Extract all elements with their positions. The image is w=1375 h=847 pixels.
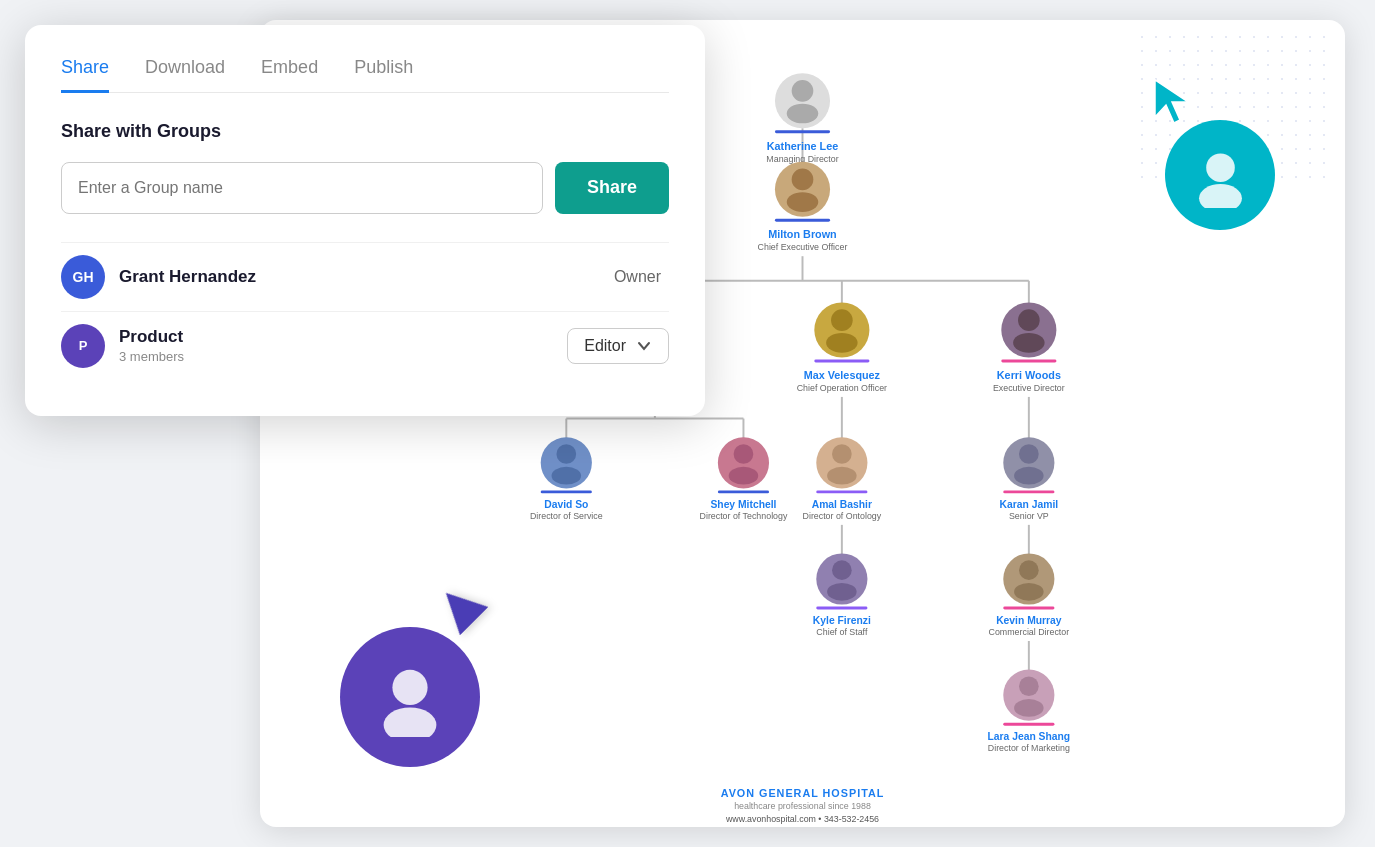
share-input-row: Share	[61, 162, 669, 214]
share-button[interactable]: Share	[555, 162, 669, 214]
svg-text:Shey Mitchell: Shey Mitchell	[710, 499, 776, 510]
svg-text:Director of Marketing: Director of Marketing	[988, 743, 1070, 753]
svg-point-67	[1014, 467, 1044, 485]
svg-point-49	[552, 467, 582, 485]
member-info-product: Product 3 members	[119, 327, 567, 364]
svg-text:Kyle Firenzi: Kyle Firenzi	[813, 615, 871, 626]
svg-text:Senior VP: Senior VP	[1009, 511, 1049, 521]
svg-text:Director of Ontology: Director of Ontology	[803, 511, 882, 521]
svg-point-54	[734, 444, 754, 464]
svg-point-31	[826, 333, 857, 353]
svg-point-37	[1013, 333, 1044, 353]
svg-point-87	[1019, 676, 1039, 696]
svg-text:Chief of Staff: Chief of Staff	[816, 627, 868, 637]
svg-rect-15	[775, 219, 830, 222]
svg-rect-56	[718, 490, 769, 493]
member-avatar-grant: GH	[61, 255, 105, 299]
svg-point-55	[729, 467, 759, 485]
svg-point-81	[1014, 583, 1044, 601]
cursor-icon	[1150, 75, 1190, 129]
svg-rect-76	[816, 607, 867, 610]
tab-download[interactable]: Download	[145, 57, 225, 93]
svg-text:Amal Bashir: Amal Bashir	[812, 499, 872, 510]
svg-rect-38	[1001, 360, 1056, 363]
svg-text:AVON GENERAL HOSPITAL: AVON GENERAL HOSPITAL	[721, 787, 885, 799]
svg-point-7	[787, 104, 818, 124]
svg-point-61	[827, 467, 857, 485]
svg-text:Executive Director: Executive Director	[993, 383, 1065, 393]
svg-point-95	[392, 670, 427, 705]
member-row-grant: GH Grant Hernandez Owner	[61, 242, 669, 311]
svg-point-60	[832, 444, 852, 464]
member-avatar-product: P	[61, 324, 105, 368]
tab-embed[interactable]: Embed	[261, 57, 318, 93]
member-info-grant: Grant Hernandez	[119, 267, 614, 287]
svg-point-96	[384, 707, 437, 737]
member-row-product: P Product 3 members Editor	[61, 311, 669, 380]
modal-tabs: Share Download Embed Publish	[61, 57, 669, 93]
share-modal: Share Download Embed Publish Share with …	[25, 25, 705, 416]
svg-text:Director of Technology: Director of Technology	[700, 511, 788, 521]
svg-point-36	[1018, 309, 1040, 331]
svg-point-80	[1019, 560, 1039, 580]
svg-text:Karan Jamil: Karan Jamil	[1000, 499, 1059, 510]
tab-share[interactable]: Share	[61, 57, 109, 93]
member-role-dropdown[interactable]: Editor	[567, 328, 669, 364]
section-title: Share with Groups	[61, 121, 669, 142]
svg-point-6	[792, 80, 814, 102]
svg-text:David So: David So	[544, 499, 588, 510]
svg-point-88	[1014, 699, 1044, 717]
svg-text:Katherine Lee: Katherine Lee	[767, 140, 839, 152]
svg-rect-8	[775, 130, 830, 133]
member-name-grant: Grant Hernandez	[119, 267, 614, 287]
svg-point-48	[556, 444, 576, 464]
svg-point-75	[827, 583, 857, 601]
svg-point-66	[1019, 444, 1039, 464]
svg-text:healthcare professional since : healthcare professional since 1988	[734, 801, 871, 811]
svg-point-74	[832, 560, 852, 580]
svg-text:Lara Jean Shang: Lara Jean Shang	[988, 731, 1071, 742]
svg-text:Milton Brown: Milton Brown	[768, 228, 836, 240]
svg-text:Director of Service: Director of Service	[530, 511, 603, 521]
member-name-product: Product	[119, 327, 567, 347]
svg-text:Chief Operation Officer: Chief Operation Officer	[797, 383, 887, 393]
svg-marker-0	[1155, 80, 1188, 123]
dropdown-label: Editor	[584, 337, 626, 355]
member-sub-product: 3 members	[119, 349, 567, 364]
chevron-down-icon	[636, 338, 652, 354]
svg-rect-82	[1003, 607, 1054, 610]
member-role-grant: Owner	[614, 268, 661, 286]
svg-text:Kevin Murray: Kevin Murray	[996, 615, 1062, 626]
svg-rect-50	[541, 490, 592, 493]
svg-point-13	[792, 169, 814, 191]
svg-rect-89	[1003, 723, 1054, 726]
svg-point-30	[831, 309, 853, 331]
svg-point-14	[787, 192, 818, 212]
svg-text:Chief Executive Officer: Chief Executive Officer	[758, 242, 848, 252]
user-avatar-purple	[340, 627, 480, 767]
svg-text:Commercial Director: Commercial Director	[989, 627, 1070, 637]
svg-rect-32	[814, 360, 869, 363]
svg-rect-62	[816, 490, 867, 493]
svg-text:www.avonhospital.com • 343-532: www.avonhospital.com • 343-532-2456	[725, 814, 879, 824]
svg-rect-68	[1003, 490, 1054, 493]
svg-text:Kerri Woods: Kerri Woods	[997, 369, 1061, 381]
group-name-input[interactable]	[61, 162, 543, 214]
tab-publish[interactable]: Publish	[354, 57, 413, 93]
svg-text:Max Velesquez: Max Velesquez	[804, 369, 881, 381]
